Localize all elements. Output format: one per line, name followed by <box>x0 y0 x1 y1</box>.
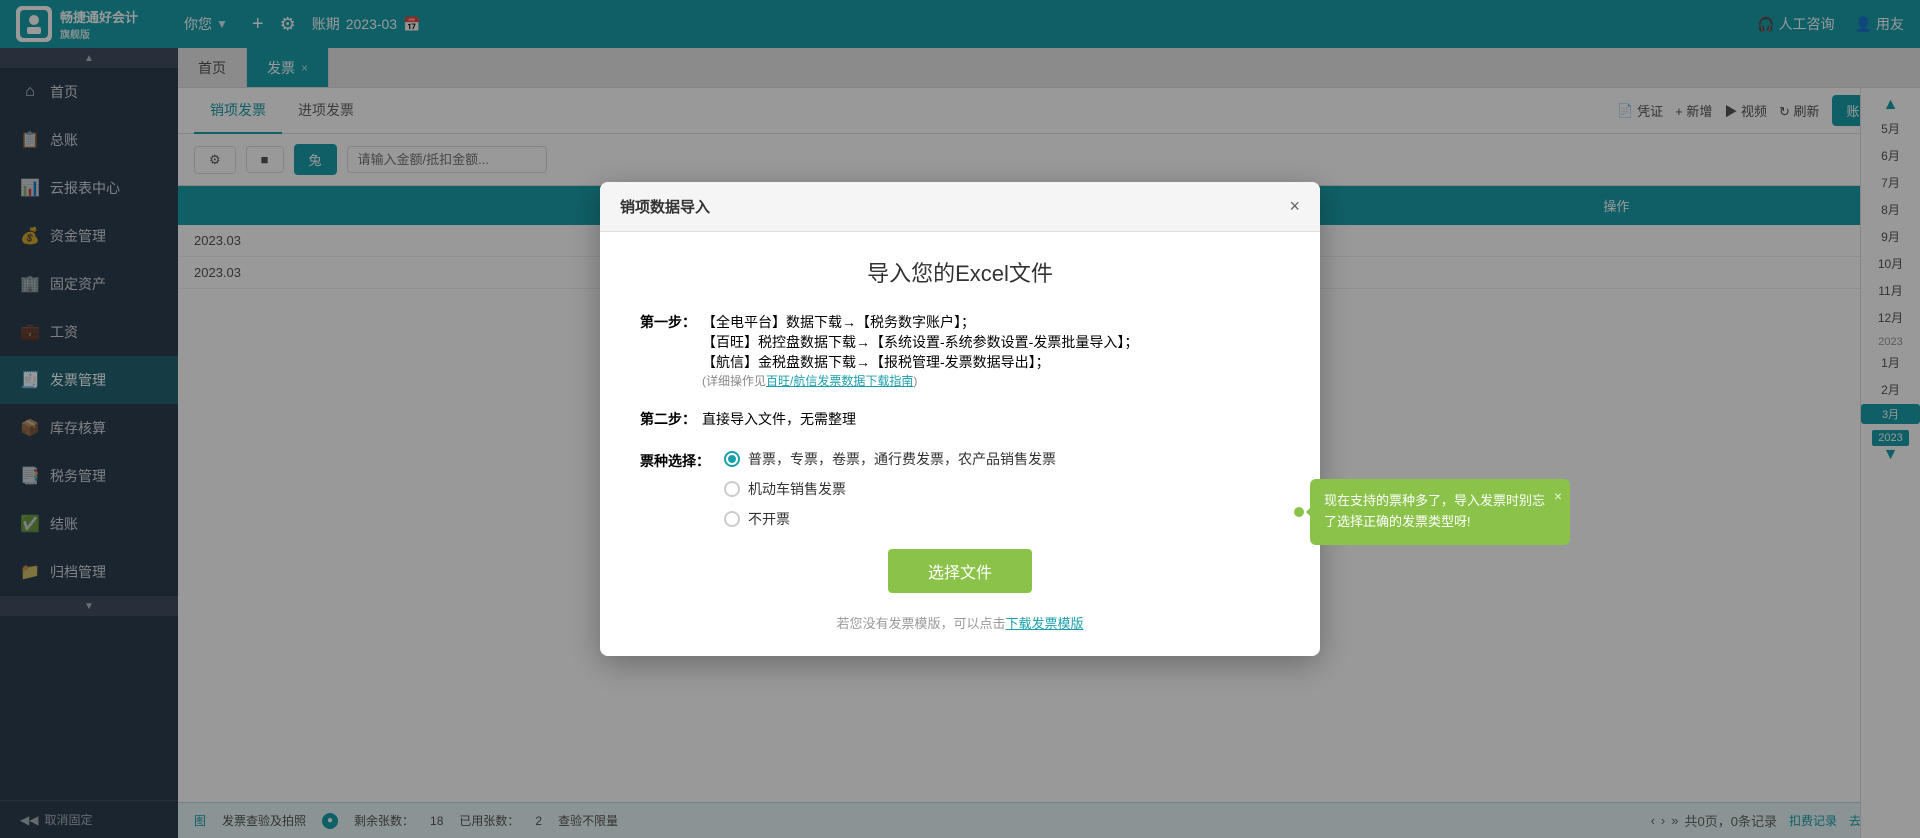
download-template-link[interactable]: 下载发票模版 <box>1006 616 1084 631</box>
modal-footer: 若您没有发票模版，可以点击下载发票模版 <box>640 613 1280 632</box>
modal-close-button[interactable]: × <box>1289 196 1300 217</box>
modal-main-title: 导入您的Excel文件 <box>640 256 1280 288</box>
step1-content: 【全电平台】数据下载→【税务数字账户】； 【百旺】税控盘数据下载→【系统设置-系… <box>702 312 1138 389</box>
tooltip-text: 现在支持的票种多了，导入发票时别忘了选择正确的发票类型呀! <box>1324 493 1545 529</box>
modal-overlay: 销项数据导入 × 导入您的Excel文件 第一步： 【全电平台】数据下载→【税务… <box>0 0 1920 838</box>
step1-line-3: 【航信】金税盘数据下载→【报税管理-发票数据导出】； <box>702 352 1138 372</box>
tooltip-close-button[interactable]: × <box>1554 485 1562 507</box>
step2-label: 第二步： <box>640 409 696 429</box>
radio-group: 普票，专票，卷票，通行费发票，农产品销售发票 机动车销售发票 不开票 <box>724 449 1056 529</box>
radio-none-label: 不开票 <box>748 509 790 529</box>
radio-none-circle <box>724 511 740 527</box>
select-file-button[interactable]: 选择文件 <box>888 549 1032 593</box>
footer-prefix: 若您没有发票模版，可以点击 <box>836 616 1005 631</box>
radio-motor[interactable]: 机动车销售发票 <box>724 479 1056 499</box>
modal-title: 销项数据导入 <box>620 196 710 217</box>
step1-link-suffix: ) <box>913 374 917 388</box>
step1-line-2: 【百旺】税控盘数据下载→【系统设置-系统参数设置-发票批量导入】； <box>702 332 1138 352</box>
step1-label: 第一步： <box>640 312 696 332</box>
radio-motor-label: 机动车销售发票 <box>748 479 846 499</box>
step1-link-prefix: (详细操作见 <box>702 374 766 388</box>
step1-section: 第一步： 【全电平台】数据下载→【税务数字账户】； 【百旺】税控盘数据下载→【系… <box>640 312 1280 389</box>
modal-header: 销项数据导入 × <box>600 182 1320 232</box>
radio-normal-circle <box>724 451 740 467</box>
radio-none[interactable]: 不开票 <box>724 509 1056 529</box>
step2-section: 第二步： 直接导入文件，无需整理 <box>640 409 1280 429</box>
tooltip-dot <box>1294 507 1304 517</box>
tooltip-box: × 现在支持的票种多了，导入发票时别忘了选择正确的发票类型呀! <box>1310 479 1570 545</box>
radio-motor-circle <box>724 481 740 497</box>
step1-link-line: (详细操作见百旺/航信发票数据下载指南) <box>702 372 1138 389</box>
step1-line-1: 【全电平台】数据下载→【税务数字账户】； <box>702 312 1138 332</box>
radio-normal-label: 普票，专票，卷票，通行费发票，农产品销售发票 <box>748 449 1056 469</box>
radio-normal[interactable]: 普票，专票，卷票，通行费发票，农产品销售发票 <box>724 449 1056 469</box>
import-modal: 销项数据导入 × 导入您的Excel文件 第一步： 【全电平台】数据下载→【税务… <box>600 182 1320 656</box>
modal-body: 导入您的Excel文件 第一步： 【全电平台】数据下载→【税务数字账户】； 【百… <box>600 232 1320 656</box>
ticket-label: 票种选择： <box>640 451 710 471</box>
step1-download-link[interactable]: 百旺/航信发票数据下载指南 <box>766 374 913 388</box>
step2-content: 直接导入文件，无需整理 <box>702 409 856 429</box>
ticket-selection: 票种选择： 普票，专票，卷票，通行费发票，农产品销售发票 机动车销售发票 <box>640 449 1280 529</box>
